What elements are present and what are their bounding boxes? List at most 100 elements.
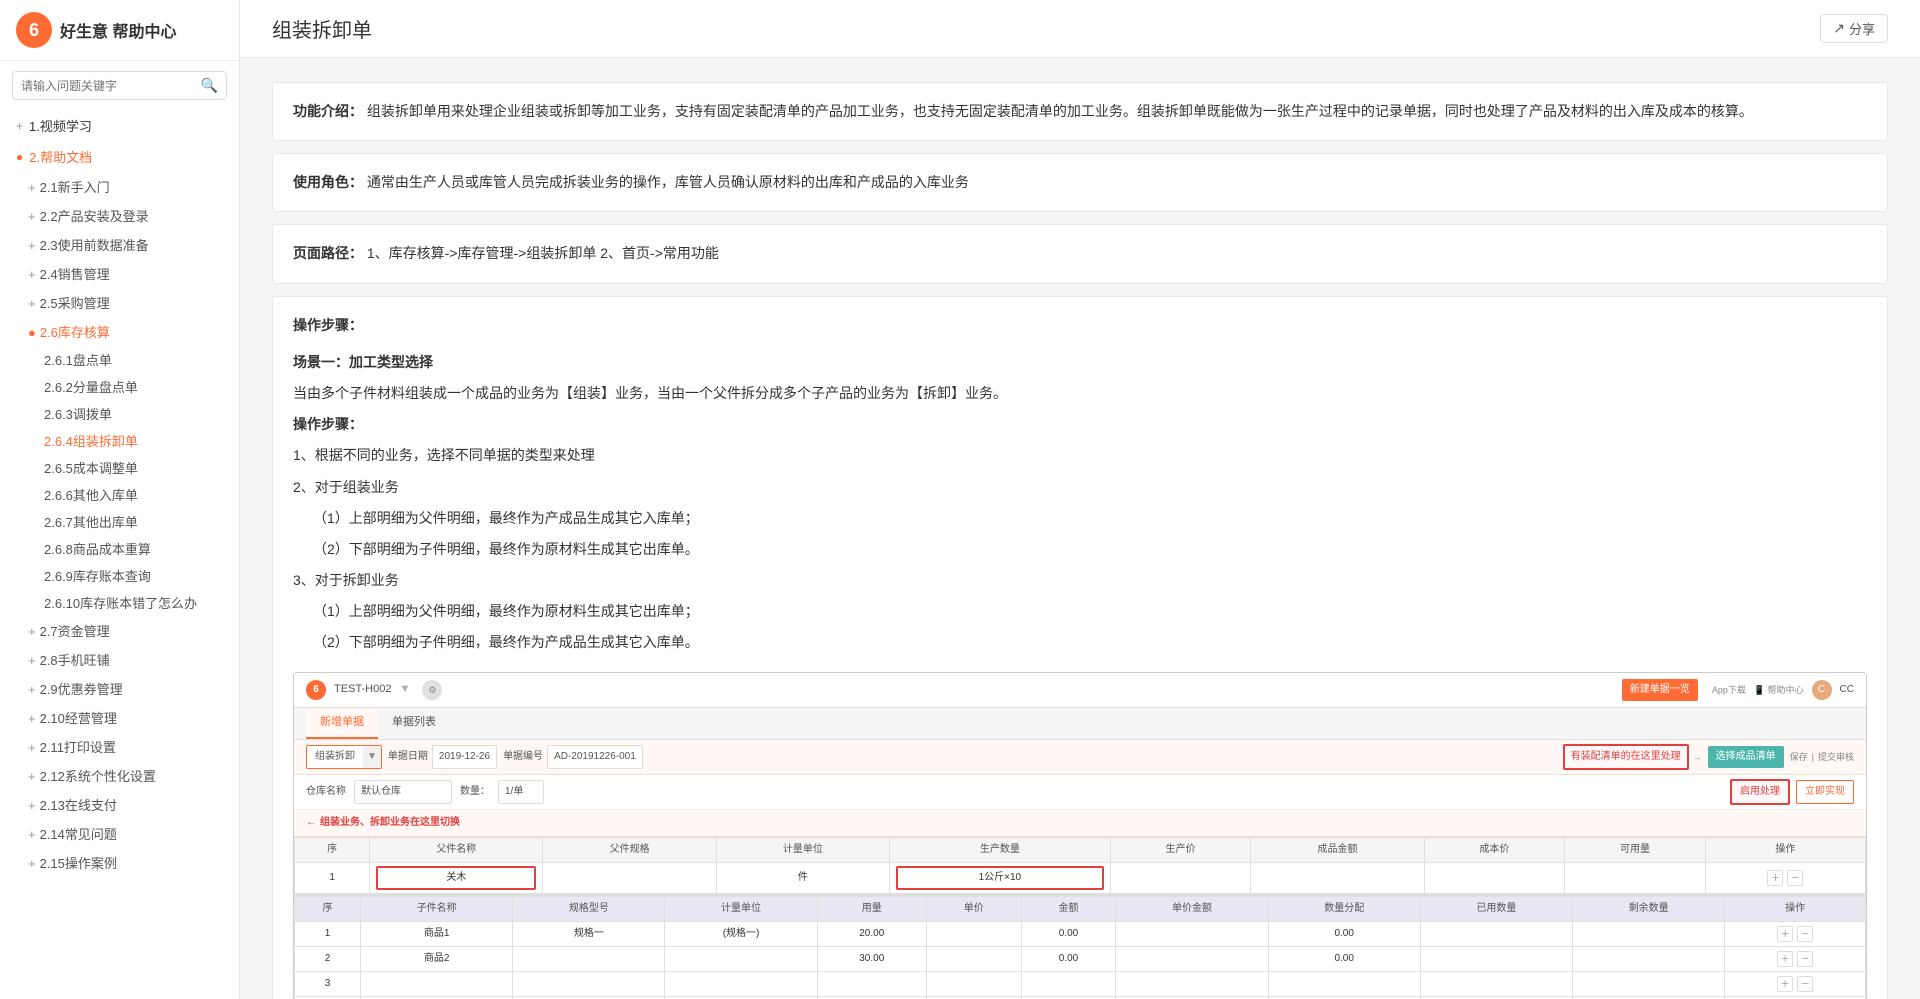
col-price: 生产价 [1110, 838, 1251, 863]
sidebar-item-2-6-7[interactable]: 2.6.7其他出库单 [44, 508, 239, 535]
step3: 3、对于拆卸业务 [293, 568, 1867, 593]
col-unit: 计量单位 [716, 838, 889, 863]
sidebar-item-docs[interactable]: ● 2.帮助文档 [0, 141, 239, 172]
main-header: 组装拆卸单 ↗ 分享 [240, 0, 1920, 58]
page-title: 组装拆卸单 [272, 14, 372, 43]
step3-2: （2）下部明细为子件明细，最终作为产成品生成其它入库单。 [293, 630, 1867, 655]
intro-card: 功能介绍： 组装拆卸单用来处理企业组装或拆卸等加工业务，支持有固定装配清单的产品… [272, 82, 1888, 141]
sidebar-item-2-4[interactable]: +2.4销售管理 [28, 259, 239, 288]
screenshot-green-select[interactable]: 选择成品清单 [1708, 746, 1784, 768]
screenshot-actions: 有装配清单的在这里处理 → 选择成品清单 保存 | 提交审核 [1563, 744, 1854, 770]
intro-label: 功能介绍： [293, 103, 363, 119]
screenshot-tab-list[interactable]: 单据列表 [378, 708, 450, 740]
sidebar-item-2-7[interactable]: +2.7资金管理 [28, 616, 239, 645]
steps-card: 操作步骤： 场景一：加工类型选择 当由多个子件材料组装成一个成品的业务为【组装】… [272, 296, 1888, 999]
sidebar-item-2-6-10[interactable]: 2.6.10库存账本错了怎么办 [44, 589, 239, 616]
screenshot-toolbar: 组装拆卸 ▼ 单据日期 2019-12-26 单据编号 AD-20191226-… [294, 740, 1866, 775]
sidebar-item-2-8[interactable]: +2.8手机旺铺 [28, 645, 239, 674]
search-input[interactable] [21, 79, 201, 93]
sidebar-item-2-6[interactable]: ●2.6库存核算 [28, 317, 239, 346]
screenshot: 6 TEST-H002 ▼ ⚙ 新建单据一览 App下载 📱 帮助中心 C CC… [293, 672, 1867, 999]
main: 组装拆卸单 ↗ 分享 功能介绍： 组装拆卸单用来处理企业组装或拆卸等加工业务，支… [240, 0, 1920, 999]
path-label: 页面路径： [293, 245, 363, 261]
expand-icon: + [16, 119, 23, 133]
screenshot-appid: TEST-H002 [334, 680, 391, 700]
share-label: 分享 [1849, 19, 1875, 38]
sidebar-item-2-14[interactable]: +2.14常见问题 [28, 819, 239, 848]
path-card: 页面路径： 1、库存核算->库存管理->组装拆卸单 2、首页->常用功能 [272, 224, 1888, 283]
screenshot-assembly-annotation: ← 组装业务、拆卸业务在这里切换 [294, 810, 1866, 837]
sidebar-item-2-6-3[interactable]: 2.6.3调拨单 [44, 400, 239, 427]
sidebar-nav: + 1.视频学习 ● 2.帮助文档 +2.1新手入门 +2.2产品安装及登录 +… [0, 110, 239, 999]
col-qty: 生产数量 [889, 838, 1110, 863]
screenshot-bom-annotation: 有装配清单的在这里处理 → [1563, 744, 1702, 770]
sidebar-item-2-6-1[interactable]: 2.6.1盘点单 [44, 346, 239, 373]
app-logo: 6 [16, 12, 52, 48]
sidebar-item-2-5[interactable]: +2.5采购管理 [28, 288, 239, 317]
screenshot-tabs: 新增单据 单据列表 [294, 708, 1866, 741]
col-amount: 成品金额 [1251, 838, 1424, 863]
screenshot-type-select[interactable]: 组装拆卸 ▼ [306, 745, 382, 769]
role-label: 使用角色： [293, 174, 363, 190]
sidebar-item-2-13[interactable]: +2.13在线支付 [28, 790, 239, 819]
sidebar-item-2-3[interactable]: +2.3使用前数据准备 [28, 230, 239, 259]
role-card: 使用角色： 通常由生产人员或库管人员完成拆装业务的操作，库管人员确认原材料的出库… [272, 153, 1888, 212]
col-action: 操作 [1705, 838, 1865, 863]
screenshot-date-field: 单据日期 2019-12-26 [388, 745, 497, 769]
sub-sub-2-6: 2.6.1盘点单 2.6.2分量盘点单 2.6.3调拨单 2.6.4组装拆卸单 … [28, 346, 239, 616]
step1: 1、根据不同的业务，选择不同单据的类型来处理 [293, 443, 1867, 468]
ops-steps-sub-title: 操作步骤： [293, 412, 1867, 437]
screenshot-parent-table: 序 父件名称 父件规格 计量单位 生产数量 生产价 成品金额 成本价 可用量 操… [294, 837, 1866, 894]
col-seq: 序 [295, 838, 370, 863]
step2: 2、对于组装业务 [293, 475, 1867, 500]
collapse-icon: ● [16, 150, 23, 164]
sidebar-item-2-15[interactable]: +2.15操作案例 [28, 848, 239, 877]
main-body: 功能介绍： 组装拆卸单用来处理企业组装或拆卸等加工业务，支持有固定装配清单的产品… [240, 58, 1920, 999]
screenshot-logo: 6 [306, 680, 326, 700]
step2-2: （2）下部明细为子件明细，最终作为原材料生成其它出库单。 [293, 537, 1867, 562]
sidebar-item-2-6-6[interactable]: 2.6.6其他入库单 [44, 481, 239, 508]
screenshot-no-field: 单据编号 AD-20191226-001 [503, 745, 643, 769]
sidebar-item-2-11[interactable]: +2.11打印设置 [28, 732, 239, 761]
table-row: 1 商品1 规格一 (规格一) 20.00 0.00 0.00 [295, 922, 1866, 947]
sidebar-item-2-6-9[interactable]: 2.6.9库存账本查询 [44, 562, 239, 589]
sidebar-item-2-6-2[interactable]: 2.6.2分量盘点单 [44, 373, 239, 400]
screenshot-newbtn[interactable]: 新建单据一览 [1622, 679, 1698, 701]
sidebar-item-2-6-8[interactable]: 2.6.8商品成本重算 [44, 535, 239, 562]
sidebar-item-2-9[interactable]: +2.9优惠券管理 [28, 674, 239, 703]
screenshot-form-row: 仓库名称 默认仓库 数量： 1/单 启用处理 立即实现 [294, 775, 1866, 810]
screenshot-tab-new[interactable]: 新增单据 [306, 708, 378, 740]
sidebar-item-2-10[interactable]: +2.10经营管理 [28, 703, 239, 732]
step2-1: （1）上部明细为父件明细，最终作为产成品生成其它入库单； [293, 506, 1867, 531]
sidebar-item-video[interactable]: + 1.视频学习 [0, 110, 239, 141]
app-title: 好生意 帮助中心 [60, 18, 176, 42]
sidebar-item-2-6-4[interactable]: 2.6.4组装拆卸单 [44, 427, 239, 454]
ops-title: 操作步骤： [293, 313, 1867, 338]
docs-sub: +2.1新手入门 +2.2产品安装及登录 +2.3使用前数据准备 +2.4销售管… [0, 172, 239, 877]
sidebar-item-2-2[interactable]: +2.2产品安装及登录 [28, 201, 239, 230]
col-parent-spec: 父件规格 [543, 838, 716, 863]
col-cost: 成本价 [1424, 838, 1565, 863]
table-row: 1 关木 件 1公斤×10 [295, 863, 1866, 894]
col-parent-name: 父件名称 [370, 838, 543, 863]
sidebar: 6 好生意 帮助中心 🔍 + 1.视频学习 ● 2.帮助文档 +2.1新手入门 … [0, 0, 240, 999]
table-row: 2 商品2 30.00 0.00 0.00 [295, 947, 1866, 972]
search-icon[interactable]: 🔍 [201, 77, 218, 94]
path-text: 1、库存核算->库存管理->组装拆卸单 2、首页->常用功能 [367, 245, 719, 261]
scene1-title: 场景一：加工类型选择 [293, 350, 1867, 375]
screenshot-appbar: 6 TEST-H002 ▼ ⚙ 新建单据一览 App下载 📱 帮助中心 C CC [294, 673, 1866, 708]
share-button[interactable]: ↗ 分享 [1820, 14, 1888, 43]
screenshot-apply-btn[interactable]: 立即实现 [1796, 780, 1854, 804]
table-row: 3＋－ [295, 972, 1866, 997]
scene1-desc: 当由多个子件材料组装成一个成品的业务为【组装】业务，当由一个父件拆分成多个子产品… [293, 381, 1867, 406]
sidebar-item-2-12[interactable]: +2.12系统个性化设置 [28, 761, 239, 790]
sidebar-item-2-1[interactable]: +2.1新手入门 [28, 172, 239, 201]
col-avail: 可用量 [1565, 838, 1706, 863]
search-box[interactable]: 🔍 [12, 71, 227, 100]
screenshot-dropdown-icon: ▼ [399, 680, 410, 700]
role-text: 通常由生产人员或库管人员完成拆装业务的操作，库管人员确认原材料的出库和产成品的入… [367, 174, 969, 190]
share-icon: ↗ [1833, 20, 1845, 37]
step3-1: （1）上部明细为父件明细，最终作为原材料生成其它出库单； [293, 599, 1867, 624]
screenshot-child-table: 序 子件名称 规格型号 计量单位 用量 单价 金额 单价金额 数量分配 已用数量 [294, 894, 1866, 999]
sidebar-item-2-6-5[interactable]: 2.6.5成本调整单 [44, 454, 239, 481]
